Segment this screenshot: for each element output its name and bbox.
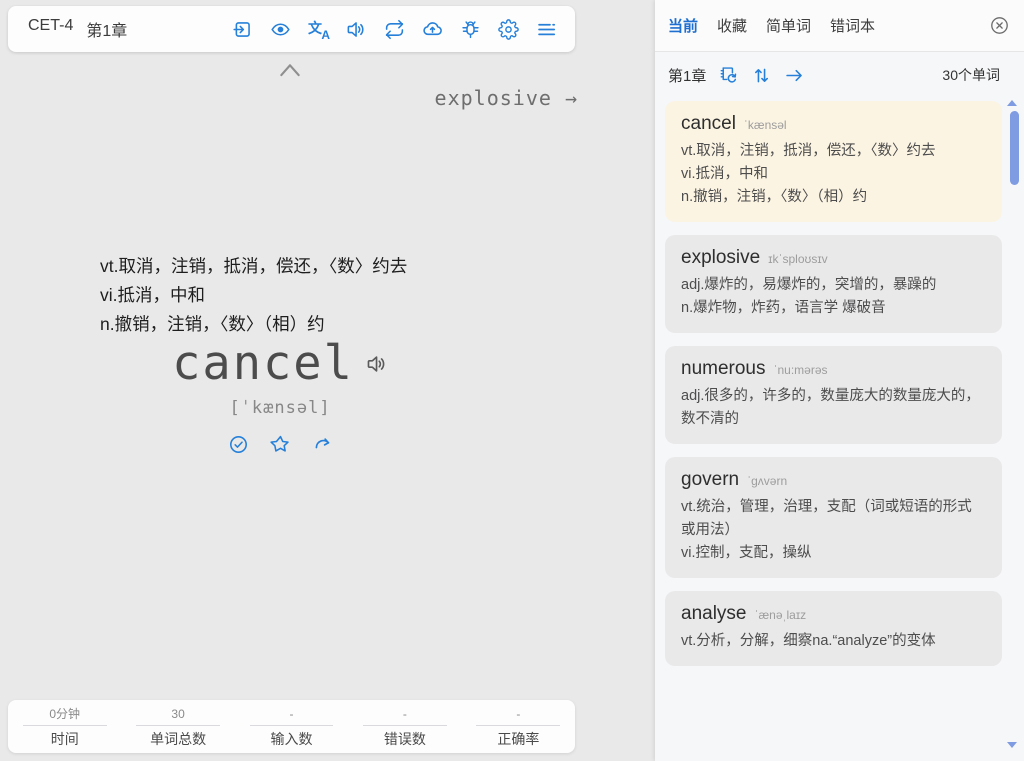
toolbar-icons: 文A — [232, 18, 557, 42]
word-list-panel: 当前 收藏 简单词 错词本 第1章 30个单词 cancel ˈkænsəl v… — [655, 0, 1024, 761]
stat-value: 0分钟 — [49, 706, 81, 721]
stat-divider — [476, 724, 561, 726]
translate-wen-glyph: 文 — [308, 19, 322, 36]
card-phonetic: ˈnu:mərəs — [773, 363, 828, 377]
stat-divider — [249, 724, 334, 726]
card-header: explosive ɪkˈsploʊsɪv — [681, 247, 986, 269]
card-word: analyse — [681, 603, 747, 624]
card-header: analyse ˈænəˌlaɪz — [681, 603, 986, 625]
eye-icon[interactable] — [270, 19, 291, 40]
stat-label: 时间 — [50, 730, 79, 747]
translate-a-glyph: A — [321, 27, 330, 42]
stat-time: 0分钟 时间 — [8, 707, 121, 749]
book-refresh-icon[interactable] — [718, 65, 739, 86]
word-card-explosive[interactable]: explosive ɪkˈsploʊsɪv adj.爆炸的，易爆炸的，突增的，暴躁… — [665, 235, 1002, 333]
star-icon[interactable] — [269, 434, 291, 455]
card-definitions: vt.取消，注销，抵消，偿还，〈数〉约去 vi.抵消，中和 n.撤销，注销，〈数… — [681, 143, 936, 205]
pronounce-speaker-icon[interactable] — [366, 353, 388, 375]
stat-accuracy: - 正确率 — [462, 707, 575, 749]
tab-current[interactable]: 当前 — [668, 15, 698, 36]
tab-favorites[interactable]: 收藏 — [717, 15, 747, 36]
card-phonetic: ˈænəˌlaɪz — [754, 608, 807, 622]
card-definitions: adj.爆炸的，易爆炸的，突增的，暴躁的 n.爆炸物，炸药，语言学 爆破音 — [681, 277, 937, 316]
current-word: cancel — [172, 336, 354, 391]
word-card-numerous[interactable]: numerous ˈnu:mərəs adj.很多的，许多的，数量庞大的数量庞大的… — [665, 346, 1002, 444]
definition-line: n.撤销，注销，〈数〉（相）约 — [100, 314, 325, 334]
tab-wrong-words[interactable]: 错词本 — [830, 15, 875, 36]
word-card-analyse[interactable]: analyse ˈænəˌlaɪz vt.分析，分解，细察na.“analyze”… — [665, 591, 1002, 666]
current-word-row: cancel — [0, 336, 560, 391]
next-word-label: explosive — [434, 86, 552, 110]
card-word: numerous — [681, 358, 766, 379]
stat-divider — [22, 724, 107, 726]
card-header: govern ˈgʌvərn — [681, 469, 986, 491]
cloud-upload-icon[interactable] — [422, 19, 443, 40]
stat-value: - — [516, 706, 521, 721]
toolbar-title: CET-4 第1章 — [28, 17, 127, 41]
session-stats-bar: 0分钟 时间 30 单词总数 - 输入数 - 错误数 - 正确率 — [8, 700, 575, 753]
card-definitions: vt.统治，管理，治理，支配（词或短语的形式或用法） vi.控制，支配，操纵 — [681, 499, 972, 561]
definition-line: vi.抵消，中和 — [100, 285, 205, 305]
card-header: cancel ˈkænsəl — [681, 113, 986, 135]
repeat-icon[interactable] — [384, 19, 405, 40]
panel-subheader: 第1章 30个单词 — [655, 52, 1024, 98]
stat-label: 正确率 — [497, 730, 540, 747]
panel-chapter-label: 第1章 — [668, 67, 707, 85]
next-word-hint[interactable]: explosive → — [300, 86, 578, 110]
speaker-icon[interactable] — [346, 19, 367, 40]
scrollbar-up-arrow[interactable] — [1007, 100, 1017, 106]
course-label: CET-4 — [28, 17, 74, 34]
card-header: numerous ˈnu:mərəs — [681, 358, 986, 380]
word-card-cancel[interactable]: cancel ˈkænsəl vt.取消，注销，抵消，偿还，〈数〉约去 vi.抵消… — [665, 101, 1002, 222]
word-count-label: 30个单词 — [942, 67, 1000, 83]
chevron-up-icon[interactable] — [277, 61, 303, 79]
stat-divider — [362, 724, 447, 726]
card-word: govern — [681, 469, 740, 490]
bug-icon[interactable] — [460, 19, 481, 40]
panel-tab-bar: 当前 收藏 简单词 错词本 — [655, 0, 1024, 52]
app-window: CET-4 第1章 文A explosive → vt.取消，注销，抵消，偿还，… — [0, 0, 1024, 761]
card-definitions: vt.分析，分解，细察na.“analyze”的变体 — [681, 633, 936, 649]
word-actions — [0, 434, 560, 455]
scrollbar-down-arrow[interactable] — [1007, 742, 1017, 748]
word-card-list: cancel ˈkænsəl vt.取消，注销，抵消，偿还，〈数〉约去 vi.抵消… — [665, 101, 1002, 666]
card-word: explosive — [681, 247, 761, 268]
stat-error-count: - 错误数 — [348, 707, 461, 749]
card-phonetic: ˈkænsəl — [743, 118, 787, 132]
stat-value: - — [289, 706, 294, 721]
tab-easy-words[interactable]: 简单词 — [766, 15, 811, 36]
enter-icon[interactable] — [232, 19, 253, 40]
card-definitions: adj.很多的，许多的，数量庞大的数量庞大的，数不清的 — [681, 388, 980, 427]
stat-divider — [136, 724, 221, 726]
stat-input-count: - 输入数 — [235, 707, 348, 749]
current-word-phonetic: [ˈkænsəl] — [229, 398, 331, 418]
playlist-icon[interactable] — [536, 19, 557, 40]
stat-label: 单词总数 — [150, 730, 207, 747]
translate-icon[interactable]: 文A — [308, 19, 330, 42]
chapter-label: 第1章 — [86, 23, 128, 40]
toolbar: CET-4 第1章 文A — [8, 6, 575, 52]
stat-label: 输入数 — [270, 730, 313, 747]
sort-icon[interactable] — [751, 65, 772, 86]
stat-total-words: 30 单词总数 — [121, 707, 234, 749]
settings-icon[interactable] — [498, 18, 519, 40]
arrow-right-icon[interactable] — [784, 65, 805, 86]
word-card-govern[interactable]: govern ˈgʌvərn vt.统治，管理，治理，支配（词或短语的形式或用法）… — [665, 457, 1002, 578]
stat-value: 30 — [171, 706, 185, 721]
card-phonetic: ˈgʌvərn — [747, 474, 788, 488]
redo-icon[interactable] — [312, 434, 333, 455]
word-definitions: vt.取消，注销，抵消，偿还，〈数〉约去 vi.抵消，中和 n.撤销，注销，〈数… — [100, 252, 407, 339]
stat-label: 错误数 — [383, 730, 426, 747]
scrollbar-thumb[interactable] — [1010, 111, 1019, 185]
definition-line: vt.取消，注销，抵消，偿还，〈数〉约去 — [100, 256, 408, 276]
close-icon[interactable] — [989, 15, 1010, 36]
next-word-arrow-icon: → — [564, 86, 578, 110]
card-phonetic: ɪkˈsploʊsɪv — [768, 252, 828, 266]
stat-value: - — [402, 706, 407, 721]
check-circle-icon[interactable] — [228, 434, 249, 455]
card-word: cancel — [681, 113, 736, 134]
